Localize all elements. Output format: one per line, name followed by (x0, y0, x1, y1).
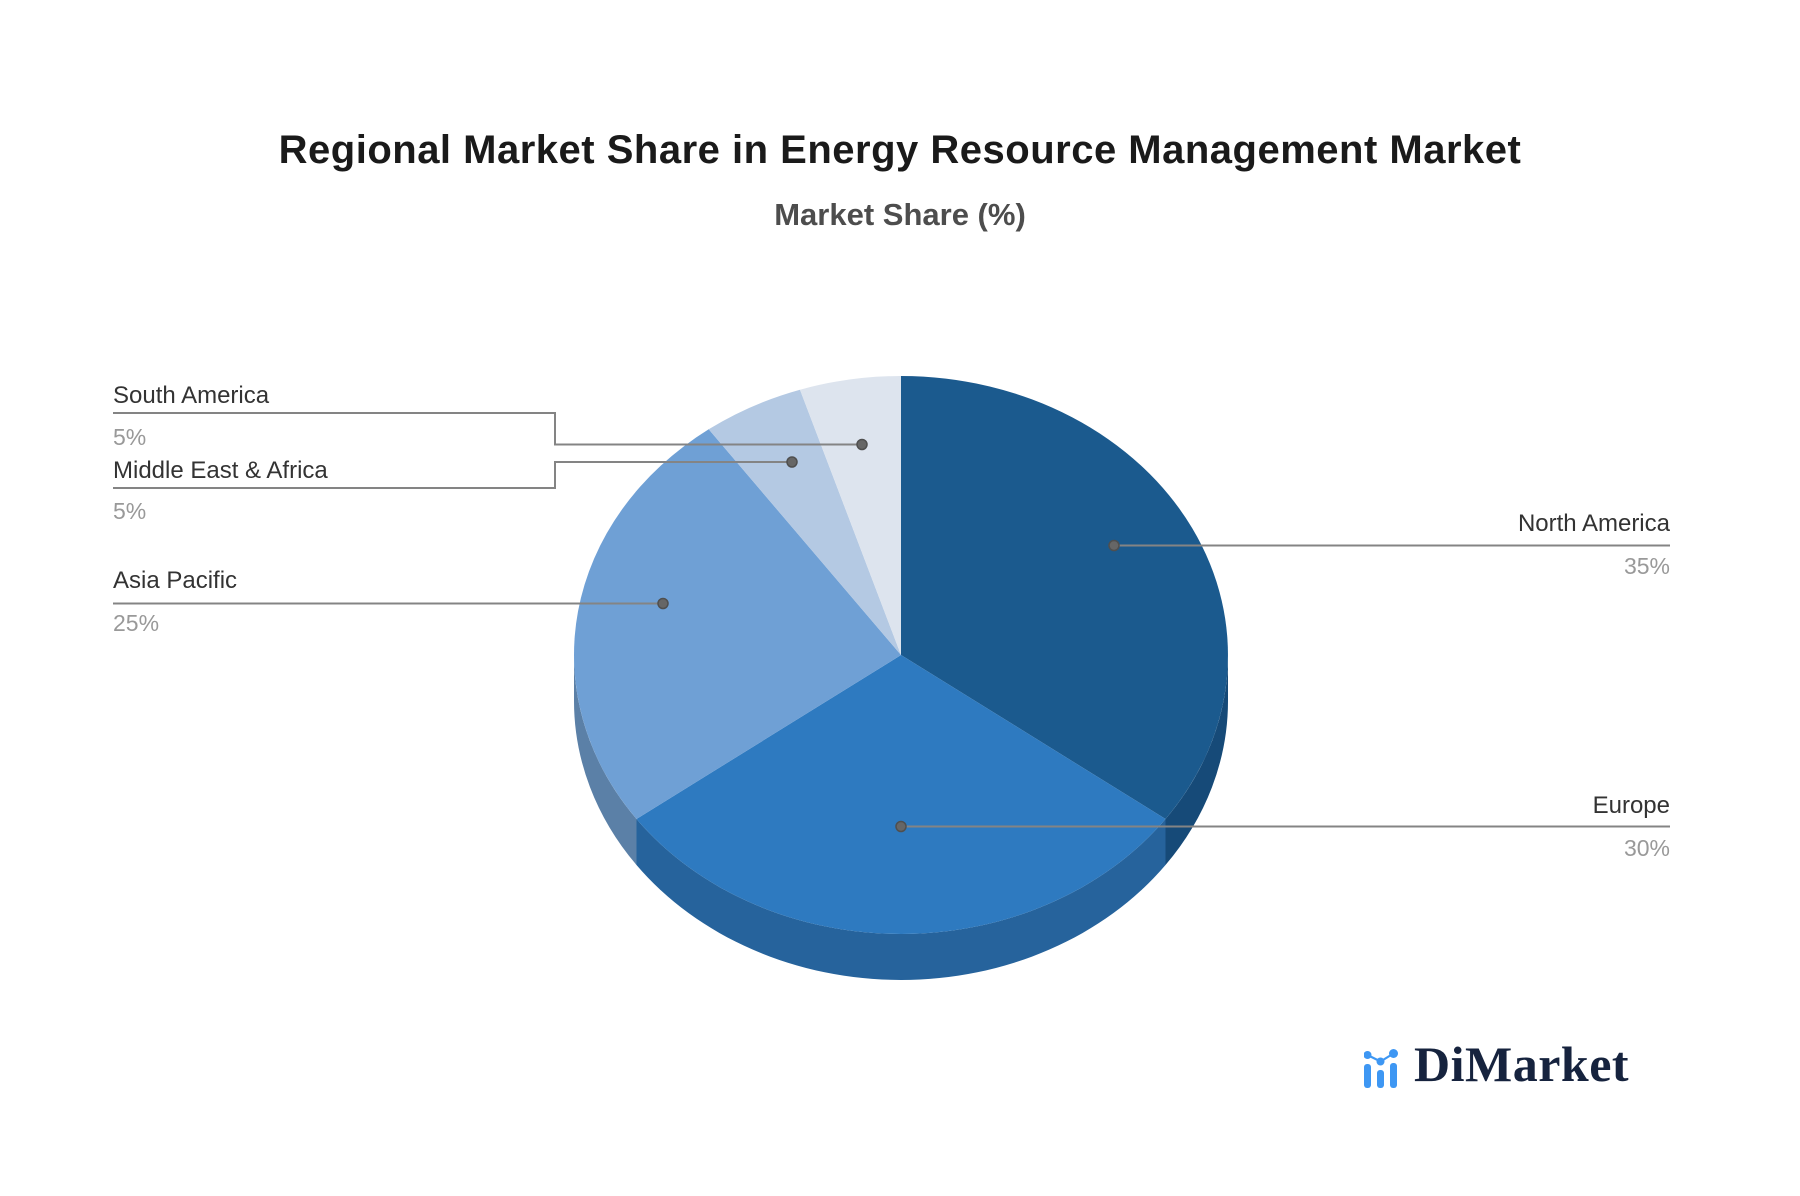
leader-dot-europe (896, 822, 906, 832)
value-south-america: 5% (113, 424, 146, 451)
label-north-america: North America (1518, 510, 1670, 538)
value-asia-pacific: 25% (113, 610, 159, 637)
value-europe: 30% (1624, 835, 1670, 862)
logo-text: DiMarket (1414, 1038, 1629, 1090)
leader-dot-asia-pacific (658, 599, 668, 609)
label-asia-pacific: Asia Pacific (113, 567, 237, 595)
leader-dot-north-america (1109, 541, 1119, 551)
label-europe: Europe (1593, 792, 1670, 820)
value-north-america: 35% (1624, 553, 1670, 580)
chart-page: Regional Market Share in Energy Resource… (0, 0, 1800, 1196)
bar-chart-icon (1364, 1046, 1402, 1090)
leader-dot-middle-east-africa (787, 457, 797, 467)
leader-dot-south-america (857, 440, 867, 450)
label-south-america: South America (113, 382, 269, 410)
value-middle-east-africa: 5% (113, 498, 146, 525)
pie-chart (0, 0, 1800, 1196)
pie-top-slices (574, 376, 1228, 934)
label-middle-east-africa: Middle East & Africa (113, 457, 328, 485)
dimarket-logo: DiMarket (1364, 1038, 1629, 1090)
